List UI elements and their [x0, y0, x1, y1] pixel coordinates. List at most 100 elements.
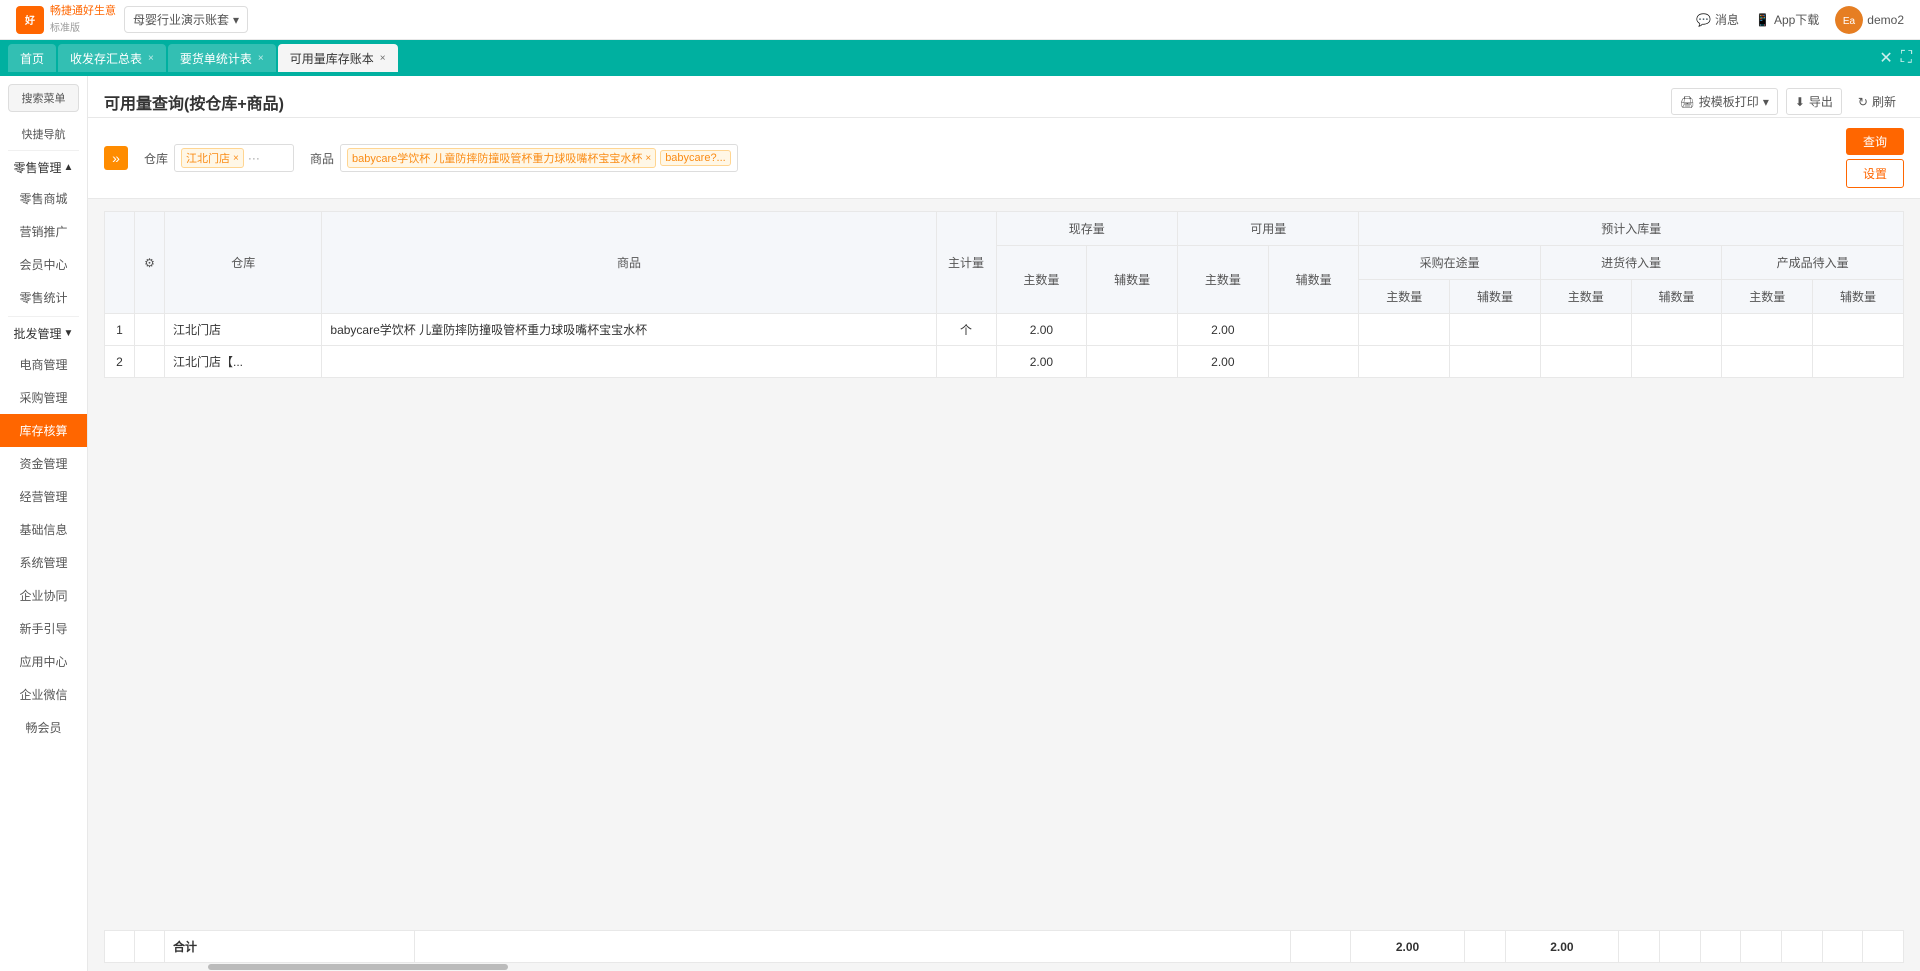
row-2-unit [936, 346, 996, 378]
product-tag-1-label: babycare学饮杯 儿童防摔防撞吸管杯重力球吸嘴杯宝宝水杯 [352, 150, 642, 166]
quick-nav-btn[interactable]: 快捷导航 [0, 120, 87, 148]
tab-fullscreen-icon[interactable]: ⛶ [1901, 49, 1912, 67]
message-btn[interactable]: 💬 消息 [1696, 11, 1739, 28]
table-area: ⚙ 仓库 商品 主计量 现存量 可用量 预计入库量 主数量 辅数量 主数量 辅数… [88, 199, 1920, 930]
sidebar-item-retail-mgmt[interactable]: 零售管理 ▲ [0, 153, 87, 182]
footer-transit-main [1659, 931, 1700, 963]
footer-current-aux [1464, 931, 1505, 963]
app-download-btn[interactable]: 📱 App下载 [1755, 11, 1819, 28]
th-arriving-main: 主数量 [1540, 280, 1631, 314]
th-settings[interactable]: ⚙ [135, 212, 165, 314]
sidebar-search-area: 搜索菜单 [0, 76, 87, 120]
sidebar-item-app-center[interactable]: 应用中心 [0, 645, 87, 678]
sidebar-purchase-label: 采购管理 [19, 389, 67, 406]
tab-stock-close[interactable]: × [380, 53, 386, 64]
sidebar-item-member2[interactable]: 畅会员 [0, 711, 87, 744]
th-production-main: 主数量 [1722, 280, 1813, 314]
tab-order[interactable]: 要货单统计表 × [168, 44, 276, 72]
refresh-icon: ↻ [1858, 95, 1868, 109]
export-label: 导出 [1809, 93, 1833, 110]
row-2-arriving-aux [1631, 346, 1722, 378]
filter-expand-btn[interactable]: » [104, 146, 128, 170]
tab-stock[interactable]: 可用量库存账本 × [278, 44, 398, 72]
sidebar-item-newbie[interactable]: 新手引导 [0, 612, 87, 645]
th-current-aux: 辅数量 [1087, 246, 1178, 314]
search-menu-btn[interactable]: 搜索菜单 [8, 84, 79, 112]
app-download-label: App下载 [1774, 11, 1819, 28]
warehouse-filter-more[interactable]: ··· [248, 151, 260, 165]
product-tag-1-close[interactable]: × [645, 153, 651, 164]
sidebar-item-system[interactable]: 系统管理 [0, 546, 87, 579]
sidebar-wholesale-label: 批发管理 [14, 325, 62, 342]
th-avail-aux: 辅数量 [1268, 246, 1359, 314]
tab-home[interactable]: 首页 [8, 44, 56, 72]
sidebar-app-center-label: 应用中心 [19, 653, 67, 670]
top-bar-right: 💬 消息 📱 App下载 Ea demo2 [1696, 6, 1904, 34]
row-1-avail-main: 2.00 [1177, 314, 1268, 346]
sidebar-enterprise-label: 企业协同 [19, 587, 67, 604]
row-2-transit-aux [1450, 346, 1541, 378]
template-print-btn[interactable]: 🖨 按模板打印 ▾ [1671, 88, 1778, 115]
sidebar: 搜索菜单 快捷导航 零售管理 ▲ 零售商城 营销推广 会员中心 零售统计 批发管… [0, 76, 88, 971]
row-2-avail-aux [1268, 346, 1359, 378]
user-avatar-btn[interactable]: Ea demo2 [1835, 6, 1904, 34]
footer-empty-1 [105, 931, 135, 963]
username-label: demo2 [1867, 13, 1904, 27]
sidebar-item-wholesale-mgmt[interactable]: 批发管理 ▼ [0, 319, 87, 348]
product-filter-input[interactable]: babycare学饮杯 儿童防摔防撞吸管杯重力球吸嘴杯宝宝水杯 × babyca… [340, 144, 738, 172]
tab-receipt-close[interactable]: × [148, 53, 154, 64]
tab-receipt[interactable]: 收发存汇总表 × [58, 44, 166, 72]
filter-actions: 查询 设置 [1846, 128, 1904, 188]
sidebar-item-retail-mall[interactable]: 零售商城 [0, 182, 87, 215]
scrollbar-thumb[interactable] [208, 964, 508, 970]
sidebar-item-finance[interactable]: 资金管理 [0, 447, 87, 480]
sidebar-marketing-label: 营销推广 [19, 223, 67, 240]
export-btn[interactable]: ⬇ 导出 [1786, 88, 1842, 115]
sidebar-item-ecommerce[interactable]: 电商管理 [0, 348, 87, 381]
row-1-index: 1 [105, 314, 135, 346]
industry-selector[interactable]: 母婴行业演示账套 ▾ [124, 6, 248, 33]
sidebar-divider-1 [8, 150, 79, 151]
row-1-current-main: 2.00 [996, 314, 1087, 346]
sidebar-item-marketing[interactable]: 营销推广 [0, 215, 87, 248]
row-2-index: 2 [105, 346, 135, 378]
sidebar-item-basic-info[interactable]: 基础信息 [0, 513, 87, 546]
horizontal-scrollbar[interactable] [88, 963, 1920, 971]
th-production-arriving: 产成品待入量 [1722, 246, 1904, 280]
row-2-avail-main: 2.00 [1177, 346, 1268, 378]
sidebar-retail-stats-label: 零售统计 [19, 289, 67, 306]
tab-bar: 首页 收发存汇总表 × 要货单统计表 × 可用量库存账本 × ✕ ⛶ [0, 40, 1920, 76]
sidebar-item-purchase[interactable]: 采购管理 [0, 381, 87, 414]
tab-close-all-icon[interactable]: ✕ [1879, 48, 1892, 68]
sidebar-item-retail-stats[interactable]: 零售统计 [0, 281, 87, 314]
sidebar-item-inventory[interactable]: 库存核算 [0, 414, 87, 447]
row-1-arriving-main [1540, 314, 1631, 346]
sidebar-item-enterprise[interactable]: 企业协同 [0, 579, 87, 612]
settings-btn[interactable]: 设置 [1846, 159, 1904, 188]
sidebar-retail-mall-label: 零售商城 [19, 190, 67, 207]
tab-order-close[interactable]: × [258, 53, 264, 64]
refresh-btn[interactable]: ↻ 刷新 [1850, 89, 1904, 114]
product-filter-label: 商品 [310, 150, 334, 167]
warehouse-tag-close[interactable]: × [233, 153, 239, 164]
query-btn[interactable]: 查询 [1846, 128, 1904, 155]
row-1-current-aux [1087, 314, 1178, 346]
row-1-settings [135, 314, 165, 346]
row-1-production-aux [1813, 314, 1904, 346]
warehouse-filter-group: 仓库 江北门店 × ··· [144, 144, 294, 172]
th-current-main: 主数量 [996, 246, 1087, 314]
sidebar-item-wechat[interactable]: 企业微信 [0, 678, 87, 711]
th-current-stock: 现存量 [996, 212, 1177, 246]
message-icon: 💬 [1696, 13, 1711, 27]
tab-stock-label: 可用量库存账本 [290, 50, 374, 67]
th-purchase-arriving: 进货待入量 [1540, 246, 1721, 280]
footer-avail-main: 2.00 [1505, 931, 1619, 963]
sidebar-item-member[interactable]: 会员中心 [0, 248, 87, 281]
sidebar-member-label: 会员中心 [19, 256, 67, 273]
th-transit-aux: 辅数量 [1450, 280, 1541, 314]
sidebar-item-operations[interactable]: 经营管理 [0, 480, 87, 513]
warehouse-filter-label: 仓库 [144, 150, 168, 167]
warehouse-filter-input[interactable]: 江北门店 × ··· [174, 144, 294, 172]
footer-row: 合计 2.00 2.00 [105, 931, 1904, 963]
sidebar-ecommerce-label: 电商管理 [19, 356, 67, 373]
